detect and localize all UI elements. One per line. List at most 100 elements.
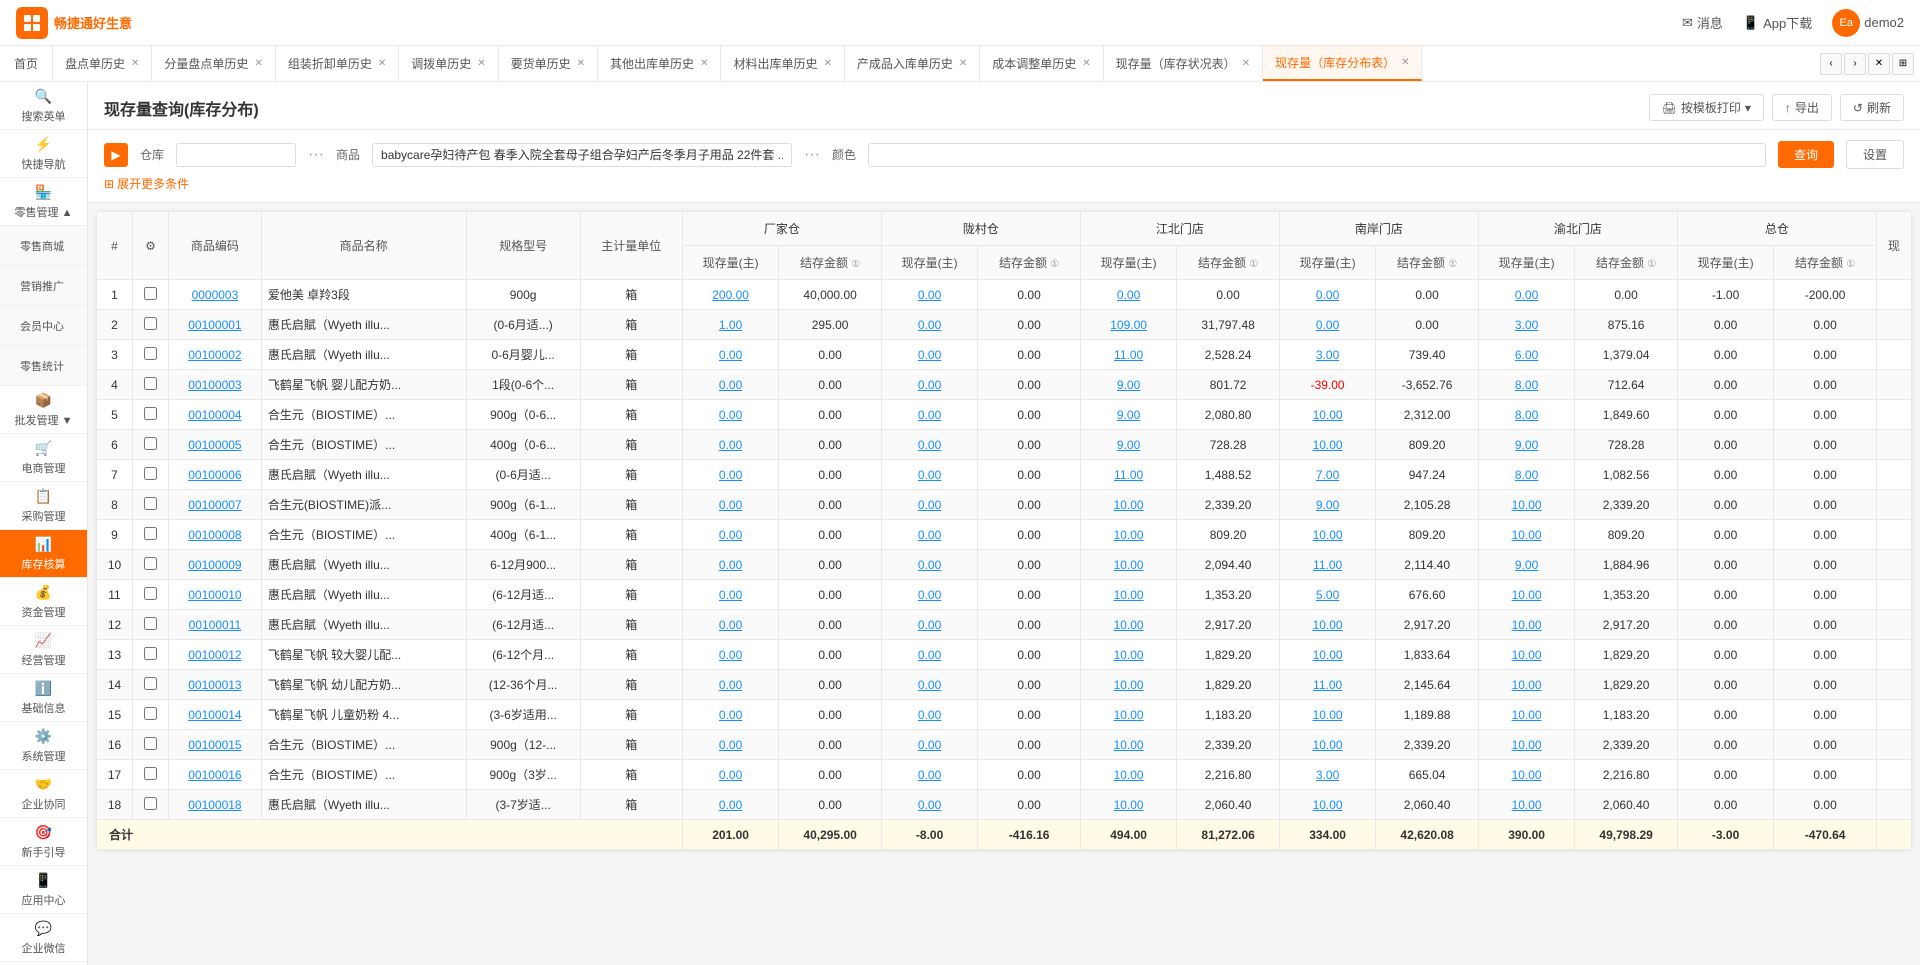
close-icon[interactable]: ✕ <box>254 58 262 69</box>
close-icon[interactable]: ✕ <box>378 58 386 69</box>
sidebar-item-mall[interactable]: 零售商城 <box>0 226 87 266</box>
cell-total-stock: -1.00 <box>1677 280 1773 310</box>
sidebar-item-retail-stats[interactable]: 零售统计 <box>0 346 87 386</box>
sidebar-item-basic[interactable]: ℹ️ 基础信息 <box>0 674 87 722</box>
sidebar-item-purchase[interactable]: 📋 采购管理 <box>0 482 87 530</box>
cell-current <box>1876 430 1911 460</box>
cell-check[interactable] <box>133 280 169 310</box>
cell-check[interactable] <box>133 340 169 370</box>
close-icon[interactable]: ✕ <box>959 58 967 69</box>
sidebar-item-finance[interactable]: 💰 资金管理 <box>0 578 87 626</box>
close-icon[interactable]: ✕ <box>1082 58 1090 69</box>
tab-5[interactable]: 要货单历史✕ <box>499 46 598 81</box>
sidebar-item-members[interactable]: 会员中心 <box>0 306 87 346</box>
tab-7[interactable]: 材料出库单历史✕ <box>721 46 844 81</box>
product-more-btn[interactable]: ··· <box>804 146 820 164</box>
cell-spec: (0-6月适... <box>466 460 580 490</box>
sidebar-item-wechat[interactable]: 💬 企业微信 <box>0 914 87 962</box>
cell-w1-amt: 0.00 <box>779 430 882 460</box>
collapse-arrow[interactable]: ▶ <box>104 143 128 167</box>
cell-check[interactable] <box>133 640 169 670</box>
sidebar-item-collab[interactable]: 🤝 企业协同 <box>0 770 87 818</box>
cell-check[interactable] <box>133 580 169 610</box>
cell-name: 飞鹤星飞帆 儿童奶粉 4... <box>261 700 466 730</box>
settings-btn[interactable]: 设置 <box>1846 140 1904 169</box>
sidebar-item-search[interactable]: 🔍 搜索英单 <box>0 82 87 130</box>
close-icon[interactable]: ✕ <box>700 58 708 69</box>
cell-check[interactable] <box>133 400 169 430</box>
close-icon[interactable]: ✕ <box>131 58 139 69</box>
color-input[interactable] <box>868 143 1766 167</box>
cell-w2-stock: 0.00 <box>881 520 977 550</box>
tab-1[interactable]: 盘点单历史✕ <box>53 46 152 81</box>
tab-8[interactable]: 产成品入库单历史✕ <box>845 46 980 81</box>
tab-4[interactable]: 调拨单历史✕ <box>399 46 498 81</box>
cell-check[interactable] <box>133 610 169 640</box>
cell-check[interactable] <box>133 490 169 520</box>
sidebar-item-appcenter[interactable]: 📱 应用中心 <box>0 866 87 914</box>
cell-w1-stock: 0.00 <box>682 700 778 730</box>
cell-check[interactable] <box>133 670 169 700</box>
sidebar-item-management[interactable]: 📈 经营管理 <box>0 626 87 674</box>
tab-home[interactable]: 首页 <box>0 46 53 81</box>
tab-close-all-btn[interactable]: ✕ <box>1868 53 1890 75</box>
cell-check[interactable] <box>133 730 169 760</box>
user-menu[interactable]: Ea demo2 <box>1832 9 1904 37</box>
query-btn[interactable]: 查询 <box>1778 141 1834 168</box>
sidebar-item-marketing[interactable]: 营销推广 <box>0 266 87 306</box>
cell-spec: 900g <box>466 280 580 310</box>
cell-current <box>1876 700 1911 730</box>
warehouse-input[interactable] <box>176 143 296 167</box>
sidebar-item-nav[interactable]: ⚡ 快捷导航 <box>0 130 87 178</box>
cell-check[interactable] <box>133 700 169 730</box>
close-icon[interactable]: ✕ <box>823 58 831 69</box>
cell-check[interactable] <box>133 430 169 460</box>
sidebar-item-retail[interactable]: 🏪 零售管理 ▲ <box>0 178 87 226</box>
app-download-btn[interactable]: 📱 App下载 <box>1743 13 1812 32</box>
tabs-nav: ‹ › ✕ ⊞ <box>1814 53 1920 75</box>
cell-w5-stock: 8.00 <box>1478 370 1574 400</box>
cell-current <box>1876 580 1911 610</box>
tab-10[interactable]: 现存量（库存状况表）✕ <box>1104 46 1263 81</box>
close-icon[interactable]: ✕ <box>1401 57 1409 68</box>
th-warehouse-4: 南岸门店 <box>1279 212 1478 246</box>
export-btn[interactable]: ↑ 导出 <box>1772 94 1832 121</box>
cell-check[interactable] <box>133 310 169 340</box>
cell-idx: 11 <box>97 580 133 610</box>
cell-check[interactable] <box>133 550 169 580</box>
cell-unit: 箱 <box>580 370 682 400</box>
sidebar-item-ecommerce[interactable]: 🛒 电商管理 <box>0 434 87 482</box>
tab-11[interactable]: 现存量（库存分布表）✕ <box>1263 46 1422 81</box>
cell-check[interactable] <box>133 460 169 490</box>
refresh-btn[interactable]: ↺ 刷新 <box>1840 94 1904 121</box>
th-total: 总仓 <box>1677 212 1876 246</box>
total-w4-stock: 334.00 <box>1279 820 1375 850</box>
sidebar-item-guide[interactable]: 🎯 新手引导 <box>0 818 87 866</box>
sidebar-item-inventory[interactable]: 📊 库存核算 <box>0 530 87 578</box>
th-settings[interactable]: ⚙ <box>133 212 169 280</box>
cell-w1-amt: 0.00 <box>779 790 882 820</box>
warehouse-more-btn[interactable]: ··· <box>308 146 324 164</box>
tab-prev-btn[interactable]: ‹ <box>1820 53 1842 75</box>
tab-3[interactable]: 组装折卸单历史✕ <box>276 46 399 81</box>
cell-check[interactable] <box>133 520 169 550</box>
cell-w2-stock: 0.00 <box>881 730 977 760</box>
tab-expand-btn[interactable]: ⊞ <box>1892 53 1914 75</box>
sidebar-item-wholesale[interactable]: 📦 批发管理 ▼ <box>0 386 87 434</box>
tab-6[interactable]: 其他出库单历史✕ <box>598 46 721 81</box>
cell-w1-stock: 0.00 <box>682 640 778 670</box>
tab-9[interactable]: 成本调整单历史✕ <box>980 46 1103 81</box>
tab-next-btn[interactable]: › <box>1844 53 1866 75</box>
close-icon[interactable]: ✕ <box>477 58 485 69</box>
cell-check[interactable] <box>133 790 169 820</box>
tab-2[interactable]: 分量盘点单历史✕ <box>152 46 275 81</box>
close-icon[interactable]: ✕ <box>1242 58 1250 69</box>
print-btn[interactable]: 🖨 按模板打印 ▾ <box>1649 94 1764 121</box>
product-input[interactable] <box>372 143 792 167</box>
message-btn[interactable]: ✉ 消息 <box>1682 13 1723 32</box>
expand-conditions-btn[interactable]: ⊞ 展开更多条件 <box>104 175 189 192</box>
cell-check[interactable] <box>133 370 169 400</box>
sidebar-item-system[interactable]: ⚙️ 系统管理 <box>0 722 87 770</box>
close-icon[interactable]: ✕ <box>577 58 585 69</box>
cell-check[interactable] <box>133 760 169 790</box>
